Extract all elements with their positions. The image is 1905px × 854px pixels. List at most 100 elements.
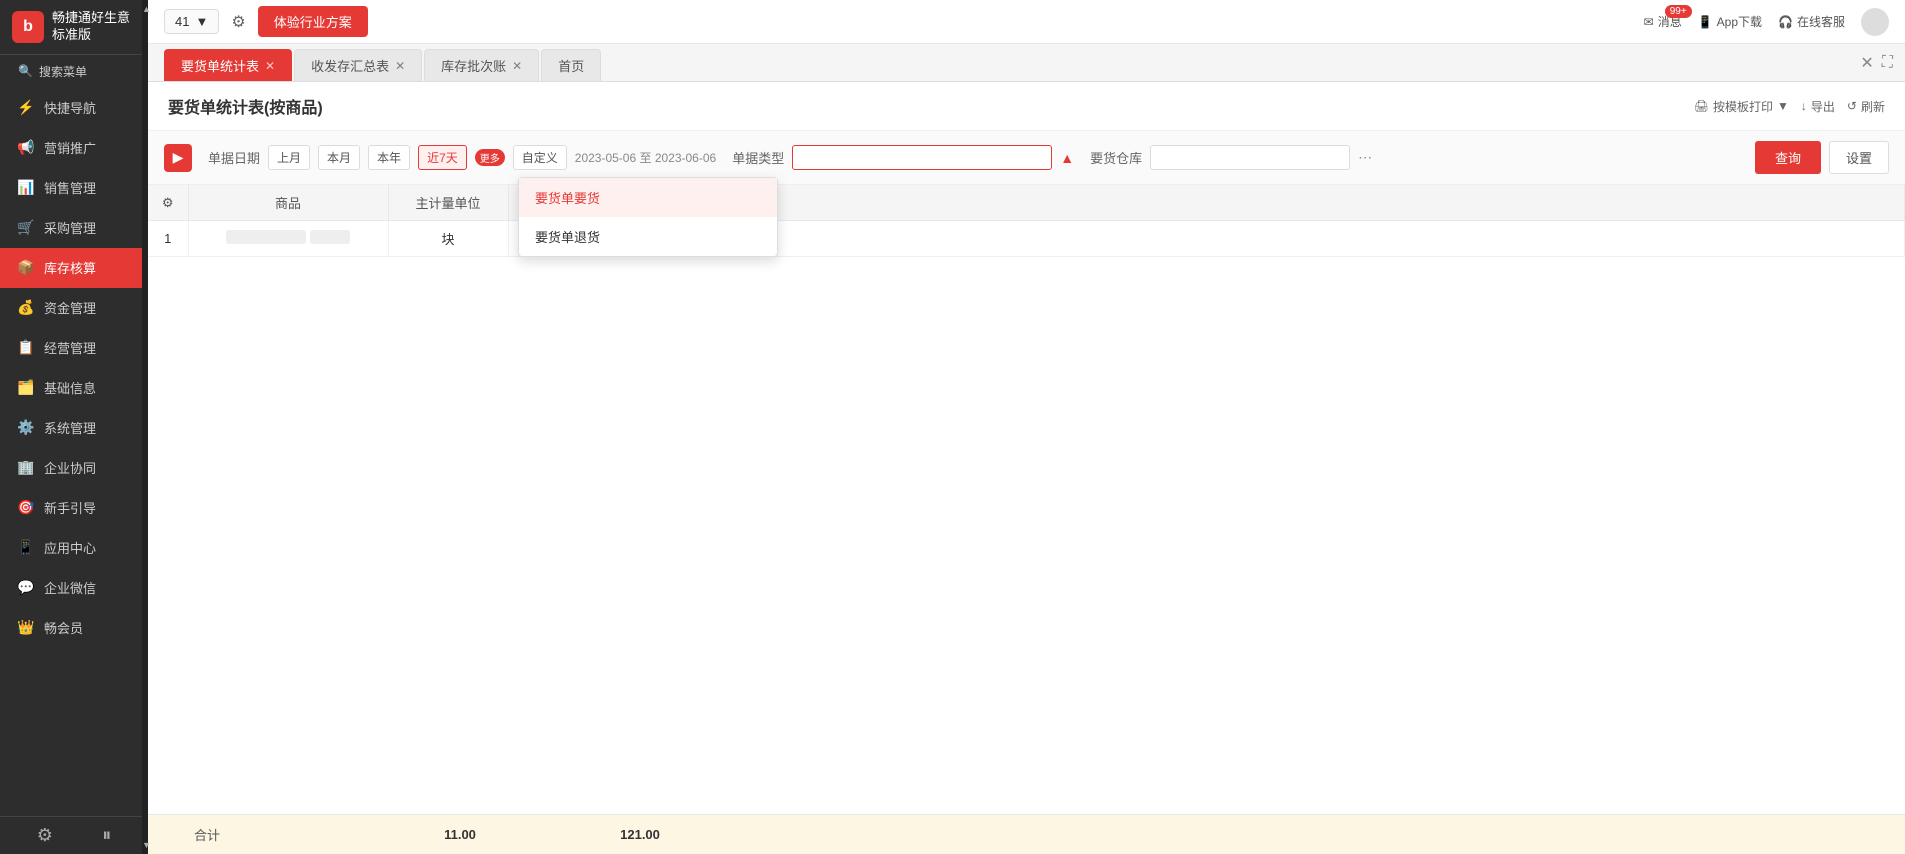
tabbar-controls: ✕ ⛶: [1860, 53, 1893, 77]
sidebar-item-wechat[interactable]: 💬企业微信: [0, 568, 148, 608]
type-filter-input[interactable]: [792, 145, 1052, 170]
nav-icon-guide: 🎯: [16, 498, 36, 518]
type-filter-label: 单据类型: [732, 148, 784, 167]
expand-tabs-icon[interactable]: ⛶: [1882, 54, 1893, 72]
nav-label-appstore: 应用中心: [44, 538, 96, 557]
tab-close-batch-account[interactable]: ✕: [512, 59, 522, 73]
trial-btn[interactable]: 体验行业方案: [258, 6, 368, 37]
footer-total-amount: 121.00: [600, 827, 680, 842]
collapse-icon[interactable]: ⏸: [102, 825, 111, 846]
nav-label-guide: 新手引导: [44, 498, 96, 517]
tab-label-receive-summary: 收发存汇总表: [311, 56, 389, 75]
nav-icon-quick-nav: ⚡: [16, 98, 36, 118]
footer-total-label: 合计: [164, 825, 220, 844]
dropdown-option-order-return[interactable]: 要货单退货: [519, 217, 777, 256]
sidebar-item-purchase[interactable]: 🛒采购管理: [0, 208, 148, 248]
sidebar-item-quick-nav[interactable]: ⚡快捷导航: [0, 88, 148, 128]
online-service-label: 在线客服: [1797, 13, 1845, 30]
warehouse-filter-input[interactable]: [1150, 145, 1350, 170]
settings-icon[interactable]: ⚙: [37, 825, 53, 846]
topbar-gear-icon[interactable]: ⚙: [231, 12, 245, 32]
footer-total-qty: 11.00: [420, 827, 500, 842]
nav-label-basic: 基础信息: [44, 378, 96, 397]
nav-label-wechat: 企业微信: [44, 578, 96, 597]
query-btn[interactable]: 查询: [1755, 141, 1821, 174]
sidebar-item-operations[interactable]: 📋经营管理: [0, 328, 148, 368]
print-dropdown-icon: ▼: [1777, 99, 1789, 113]
sidebar-search[interactable]: 🔍 搜索菜单: [0, 55, 148, 88]
message-icon: ✉: [1644, 15, 1654, 29]
sidebar-item-marketing[interactable]: 📢营销推广: [0, 128, 148, 168]
sidebar-item-finance[interactable]: 💰资金管理: [0, 288, 148, 328]
sidebar-item-enterprise[interactable]: 🏢企业协同: [0, 448, 148, 488]
headset-icon: 🎧: [1778, 15, 1793, 29]
tab-home[interactable]: 首页: [541, 49, 601, 81]
cell-index-0: 1: [148, 221, 188, 257]
refresh-btn[interactable]: ↺ 刷新: [1847, 98, 1885, 115]
more-date-badge[interactable]: 更多: [475, 149, 505, 166]
sidebar-scrollbar: ▲ ▼: [142, 0, 148, 854]
sidebar-item-appstore[interactable]: 📱应用中心: [0, 528, 148, 568]
warehouse-filter-group: 要货仓库 ⋯: [1090, 145, 1372, 170]
tab-close-receive-summary[interactable]: ✕: [395, 59, 405, 73]
tab-order-stats[interactable]: 要货单统计表✕: [164, 49, 292, 81]
print-label: 按模板打印: [1713, 98, 1773, 115]
nav-label-system: 系统管理: [44, 418, 96, 437]
type-filter-group: 单据类型 ▲: [732, 145, 1074, 170]
sidebar-nav: ⚡快捷导航📢营销推广📊销售管理🛒采购管理📦库存核算💰资金管理📋经营管理 🗂️ 基础信…: [0, 88, 148, 816]
sidebar-item-system[interactable]: ⚙️系统管理: [0, 408, 148, 448]
main-content: 41 ▼ ⚙ 体验行业方案 ✉ 消息 99+ 📱 App下载 🎧 在线客服 要货…: [148, 0, 1905, 854]
sidebar-item-basic[interactable]: 🗂️ 基础信息: [0, 368, 148, 408]
tab-batch-account[interactable]: 库存批次账✕: [424, 49, 539, 81]
export-btn[interactable]: ↓ 导出: [1801, 98, 1835, 115]
type-filter-dropdown: 要货单要货要货单退货: [518, 177, 778, 257]
print-btn[interactable]: 🖨 按模板打印 ▼: [1694, 98, 1789, 115]
tab-close-order-stats[interactable]: ✕: [265, 59, 275, 73]
app-title: 畅捷通好生意: [52, 10, 130, 27]
app-download-btn[interactable]: 📱 App下载: [1698, 13, 1762, 30]
page-title: 要货单统计表(按商品): [168, 94, 323, 118]
nav-icon-marketing: 📢: [16, 138, 36, 158]
sidebar-item-sales[interactable]: 📊销售管理: [0, 168, 148, 208]
scroll-down-icon[interactable]: ▼: [142, 840, 148, 854]
filter-bar: ▶ 单据日期 上月 本月 本年 近7天 更多 自定义 2023-05-06 至 …: [148, 131, 1905, 185]
nav-icon-basic: 🗂️: [16, 378, 36, 398]
app-download-label: App下载: [1717, 13, 1762, 30]
table-body: 1 块 11.00 121.00: [148, 221, 1905, 257]
type-filter-arrow[interactable]: ▲: [1060, 150, 1074, 166]
sidebar-item-guide[interactable]: 🎯 新手引导: [0, 488, 148, 528]
dropdown-option-order-goods[interactable]: 要货单要货: [519, 178, 777, 217]
table-wrap: ⚙ 商品 主计量单位 主数量 零售金额 1 块 11.00 121.00: [148, 185, 1905, 814]
date-range-display: 2023-05-06 至 2023-06-06: [575, 149, 716, 166]
date-filter-group: 单据日期 上月 本月 本年 近7天 更多 自定义 2023-05-06 至 20…: [208, 145, 716, 170]
filter-expand-btn[interactable]: ▶: [164, 144, 192, 172]
date-filter-label: 单据日期: [208, 148, 260, 167]
tab-receive-summary[interactable]: 收发存汇总表 ✕: [294, 49, 422, 81]
table-row: 1 块 11.00 121.00: [148, 221, 1905, 257]
date-btn-cur-month[interactable]: 本月: [318, 145, 360, 170]
warehouse-more-icon[interactable]: ⋯: [1358, 149, 1372, 166]
cell-product-0: [188, 221, 388, 257]
date-btn-7days[interactable]: 近7天: [418, 145, 467, 170]
online-service-btn[interactable]: 🎧 在线客服: [1778, 13, 1845, 30]
topbar: 41 ▼ ⚙ 体验行业方案 ✉ 消息 99+ 📱 App下载 🎧 在线客服: [148, 0, 1905, 44]
sidebar-item-member[interactable]: 👑畅会员: [0, 608, 148, 648]
export-icon: ↓: [1801, 99, 1807, 113]
search-label: 搜索菜单: [39, 63, 87, 80]
company-selector[interactable]: 41 ▼: [164, 9, 219, 34]
close-all-tabs-icon[interactable]: ✕: [1860, 53, 1873, 73]
scroll-up-icon[interactable]: ▲: [142, 0, 148, 14]
user-avatar[interactable]: [1861, 8, 1889, 36]
messages-btn[interactable]: ✉ 消息 99+: [1644, 13, 1682, 30]
col-header-settings[interactable]: ⚙: [148, 185, 188, 221]
page-actions: 🖨 按模板打印 ▼ ↓ 导出 ↺ 刷新: [1694, 98, 1885, 115]
sidebar-item-inventory[interactable]: 📦库存核算: [0, 248, 148, 288]
date-btn-year[interactable]: 本年: [368, 145, 410, 170]
app-subtitle: 标准版: [52, 27, 130, 44]
setting-btn[interactable]: 设置: [1829, 141, 1889, 174]
date-btn-prev-month[interactable]: 上月: [268, 145, 310, 170]
messages-badge: 99+: [1665, 5, 1692, 18]
date-btn-custom[interactable]: 自定义: [513, 145, 567, 170]
nav-label-finance: 资金管理: [44, 298, 96, 317]
nav-label-purchase: 采购管理: [44, 218, 96, 237]
